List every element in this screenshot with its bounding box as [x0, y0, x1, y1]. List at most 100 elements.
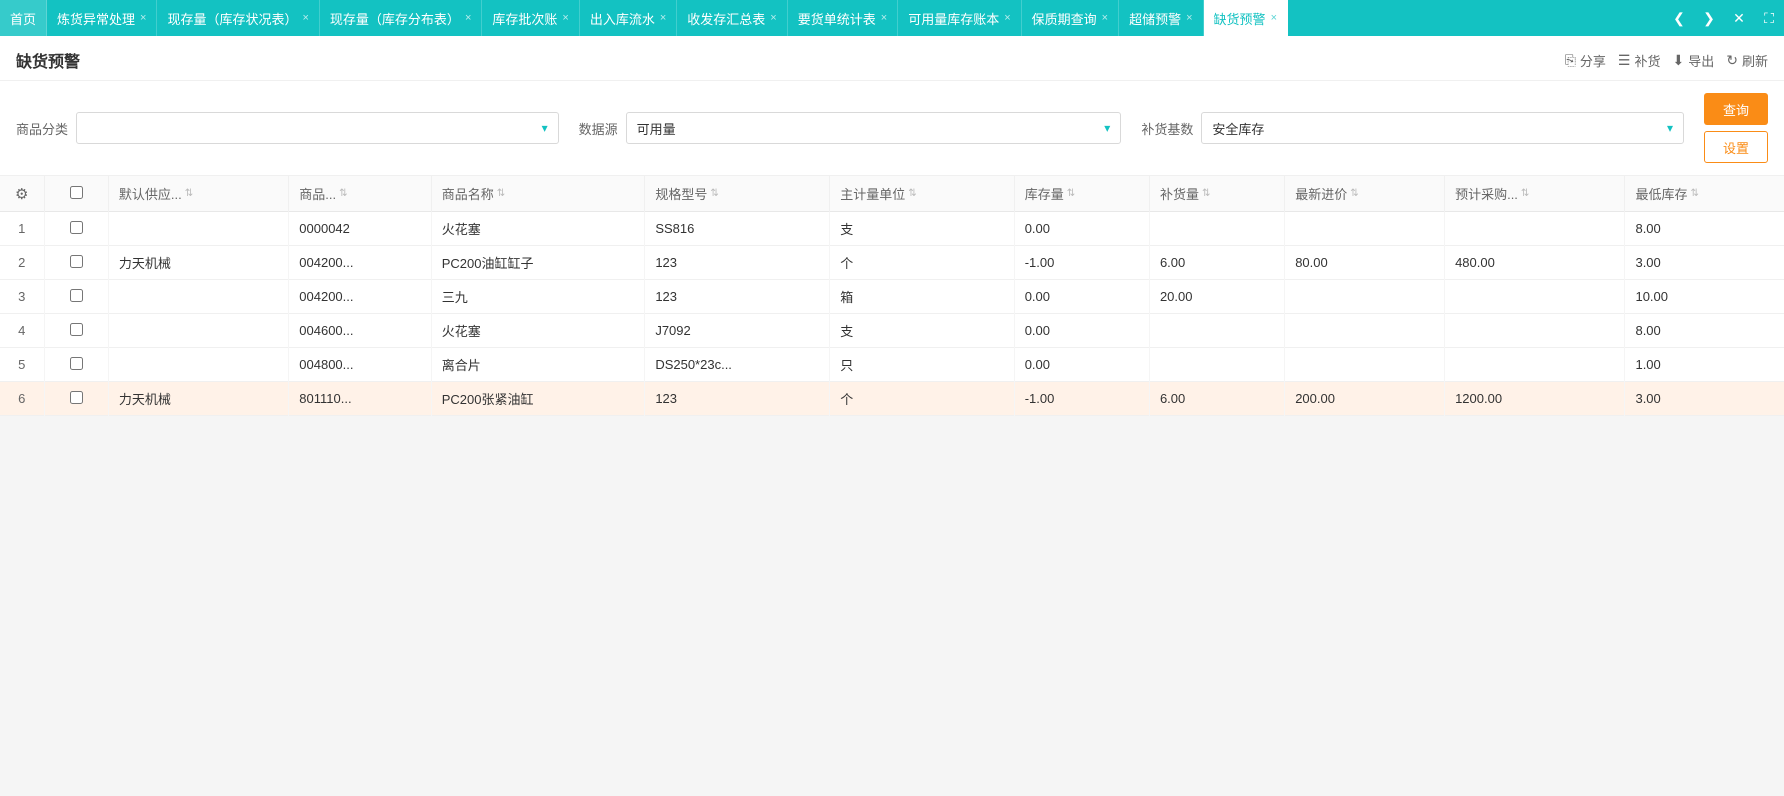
nav-controls: ❮ ❯ ✕ ⛶	[1664, 0, 1784, 36]
nav-fullscreen-button[interactable]: ⛶	[1754, 0, 1784, 36]
table-row: 2力天机械004200...PC200油缸缸子123个-1.006.0080.0…	[0, 246, 1784, 280]
column-supplier[interactable]: 默认供应... ⇅	[108, 176, 288, 212]
cell-spec: SS816	[645, 212, 830, 246]
nav-prev-button[interactable]: ❮	[1664, 0, 1694, 36]
cell-latest_price: 200.00	[1285, 382, 1445, 416]
cell-spec: 123	[645, 246, 830, 280]
supplier-sort-icon: ⇅	[185, 188, 193, 199]
nav-tab-expiry[interactable]: 保质期查询×	[1022, 0, 1119, 36]
tab-close-stock-status[interactable]: ×	[302, 12, 308, 24]
category-select[interactable]: ▾	[76, 112, 559, 144]
column-unit[interactable]: 主计量单位 ⇅	[830, 176, 1015, 212]
category-filter: 商品分类 ▾	[16, 112, 559, 144]
table-row: 3004200...三九123箱0.0020.0010.00	[0, 280, 1784, 314]
cell-stock: -1.00	[1014, 382, 1149, 416]
datasource-dropdown-icon: ▾	[1104, 121, 1110, 135]
tab-close-exception[interactable]: ×	[140, 12, 146, 24]
column-spec[interactable]: 规格型号 ⇅	[645, 176, 830, 212]
tab-close-recv-send[interactable]: ×	[770, 12, 776, 24]
cell-est_purchase	[1445, 348, 1625, 382]
tab-close-shortage[interactable]: ×	[1271, 12, 1277, 24]
column-replenish[interactable]: 补货量 ⇅	[1149, 176, 1284, 212]
replenish-base-filter: 补货基数 安全库存 ▾	[1141, 112, 1684, 144]
tab-close-avail-ledger[interactable]: ×	[1004, 12, 1010, 24]
replenish-button[interactable]: ☰ 补货	[1618, 51, 1661, 70]
cell-product_code: 801110...	[289, 382, 431, 416]
nav-tab-stock-dist[interactable]: 现存量（库存分布表）×	[320, 0, 482, 36]
category-dropdown-icon: ▾	[542, 121, 548, 135]
table-row: 10000042火花塞SS816支0.008.00	[0, 212, 1784, 246]
export-icon: ⬇	[1673, 52, 1685, 69]
unit-sort-icon: ⇅	[908, 188, 916, 199]
datasource-value: 可用量	[637, 119, 676, 138]
cell-replenish	[1149, 314, 1284, 348]
nav-tab-stock-status[interactable]: 现存量（库存状况表）×	[157, 0, 319, 36]
cell-stock: 0.00	[1014, 212, 1149, 246]
column-min-stock[interactable]: 最低库存 ⇅	[1625, 176, 1784, 212]
export-button[interactable]: ⬇ 导出	[1673, 51, 1715, 70]
nav-next-button[interactable]: ❯	[1694, 0, 1724, 36]
share-button[interactable]: ⎘ 分享	[1565, 51, 1606, 70]
cell-product_code: 004800...	[289, 348, 431, 382]
datasource-select[interactable]: 可用量 ▾	[626, 112, 1122, 144]
row-checkbox[interactable]	[70, 391, 83, 404]
cell-supplier	[108, 314, 288, 348]
tab-close-expiry[interactable]: ×	[1102, 12, 1108, 24]
cell-min_stock: 1.00	[1625, 348, 1784, 382]
column-product-code[interactable]: 商品... ⇅	[289, 176, 431, 212]
nav-tab-recv-send[interactable]: 收发存汇总表×	[677, 0, 787, 36]
setting-button[interactable]: 设置	[1704, 131, 1768, 163]
tab-close-stock-dist[interactable]: ×	[465, 12, 471, 24]
nav-close-button[interactable]: ✕	[1724, 0, 1754, 36]
select-all-checkbox[interactable]	[70, 186, 83, 199]
column-product-name[interactable]: 商品名称 ⇅	[431, 176, 645, 212]
cell-min_stock: 8.00	[1625, 314, 1784, 348]
row-checkbox-cell	[44, 280, 108, 314]
cell-stock: 0.00	[1014, 314, 1149, 348]
cell-min_stock: 3.00	[1625, 246, 1784, 280]
table-settings-icon[interactable]: ⚙	[15, 186, 28, 203]
table-row: 4004600...火花塞J7092支0.008.00	[0, 314, 1784, 348]
row-checkbox-cell	[44, 348, 108, 382]
row-checkbox[interactable]	[70, 255, 83, 268]
table-header-row: ⚙ 默认供应... ⇅ 商品... ⇅	[0, 176, 1784, 212]
tab-close-order-stat[interactable]: ×	[881, 12, 887, 24]
nav-tab-inout-flow[interactable]: 出入库流水×	[580, 0, 677, 36]
page-header: 缺货预警 ⎘ 分享 ☰ 补货 ⬇ 导出 ↻ 刷新	[0, 36, 1784, 81]
nav-tab-order-stat[interactable]: 要货单统计表×	[788, 0, 898, 36]
row-checkbox[interactable]	[70, 357, 83, 370]
row-checkbox[interactable]	[70, 323, 83, 336]
cell-supplier	[108, 348, 288, 382]
cell-min_stock: 8.00	[1625, 212, 1784, 246]
cell-unit: 只	[830, 348, 1015, 382]
row-checkbox[interactable]	[70, 221, 83, 234]
replenish-sort-icon: ⇅	[1202, 188, 1210, 199]
tab-close-overstock[interactable]: ×	[1186, 12, 1192, 24]
nav-tab-home[interactable]: 首页	[0, 0, 47, 36]
cell-spec: DS250*23c...	[645, 348, 830, 382]
data-table: ⚙ 默认供应... ⇅ 商品... ⇅	[0, 176, 1784, 416]
column-latest-price[interactable]: 最新进价 ⇅	[1285, 176, 1445, 212]
cell-spec: J7092	[645, 314, 830, 348]
cell-est_purchase: 480.00	[1445, 246, 1625, 280]
min-stock-sort-icon: ⇅	[1690, 188, 1698, 199]
table-body: 10000042火花塞SS816支0.008.002力天机械004200...P…	[0, 212, 1784, 416]
nav-tab-shortage[interactable]: 缺货预警×	[1204, 0, 1288, 36]
nav-tab-overstock[interactable]: 超储预警×	[1119, 0, 1203, 36]
tab-close-inout-flow[interactable]: ×	[660, 12, 666, 24]
cell-unit: 箱	[830, 280, 1015, 314]
column-est-purchase[interactable]: 预计采购... ⇅	[1445, 176, 1625, 212]
replenish-base-select[interactable]: 安全库存 ▾	[1201, 112, 1684, 144]
tab-close-batch[interactable]: ×	[562, 12, 568, 24]
column-stock[interactable]: 库存量 ⇅	[1014, 176, 1149, 212]
cell-min_stock: 10.00	[1625, 280, 1784, 314]
refresh-button[interactable]: ↻ 刷新	[1726, 51, 1768, 70]
cell-latest_price	[1285, 212, 1445, 246]
latest-price-sort-icon: ⇅	[1350, 188, 1358, 199]
cell-spec: 123	[645, 382, 830, 416]
nav-tab-avail-ledger[interactable]: 可用量库存账本×	[898, 0, 1021, 36]
nav-tab-batch[interactable]: 库存批次账×	[482, 0, 579, 36]
row-checkbox[interactable]	[70, 289, 83, 302]
query-button[interactable]: 查询	[1704, 93, 1768, 125]
nav-tab-exception[interactable]: 炼货异常处理×	[47, 0, 157, 36]
